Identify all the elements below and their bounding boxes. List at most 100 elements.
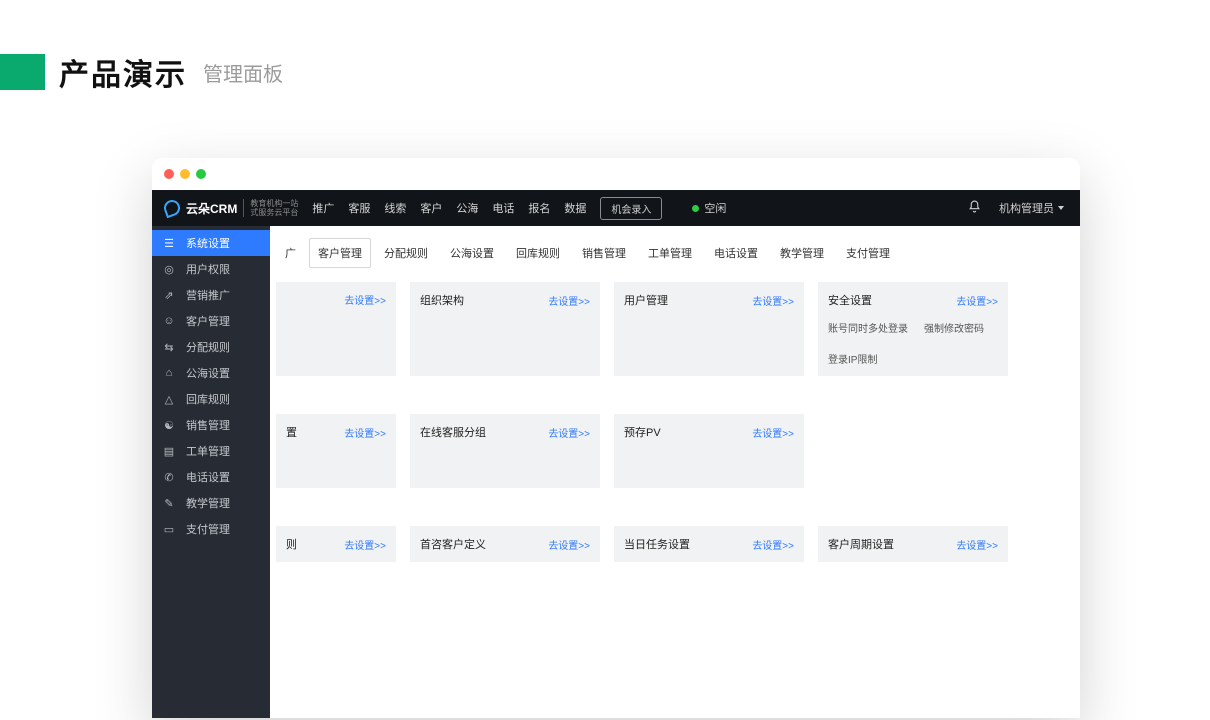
sidebar-item-system-settings[interactable]: ☰ 系统设置	[152, 230, 270, 256]
status-indicator: 空闲	[692, 200, 726, 216]
nav-item[interactable]: 数据	[564, 200, 586, 216]
nav-item[interactable]: 电话	[492, 200, 514, 216]
sidebar-item-payment-mgmt[interactable]: ▭ 支付管理	[152, 516, 270, 542]
page-header: 产品演示 管理面板	[0, 50, 283, 94]
app-body: ☰ 系统设置 ◎ 用户权限 ⇗ 营销推广 ☺ 客户管理 ⇆ 分配规则 ⌂ 公海设…	[152, 226, 1080, 718]
user-menu[interactable]: 机构管理员	[999, 200, 1064, 216]
tab[interactable]: 电话设置	[705, 238, 767, 268]
bell-icon[interactable]	[968, 200, 981, 216]
sidebar: ☰ 系统设置 ◎ 用户权限 ⇗ 营销推广 ☺ 客户管理 ⇆ 分配规则 ⌂ 公海设…	[152, 226, 270, 718]
sidebar-item-label: 公海设置	[186, 365, 230, 381]
tab[interactable]: 销售管理	[573, 238, 635, 268]
settings-card-user-mgmt: 用户管理 去设置>>	[614, 282, 804, 376]
card-row: 去设置>> 组织架构 去设置>> 用户管理 去设置>>	[276, 282, 1074, 376]
nav-item[interactable]: 线索	[384, 200, 406, 216]
go-settings-link[interactable]: 去设置>>	[344, 537, 386, 552]
settings-card: 置 去设置>>	[276, 414, 396, 488]
card-title: 则	[286, 536, 344, 552]
sidebar-item-user-permissions[interactable]: ◎ 用户权限	[152, 256, 270, 282]
brand-tagline: 教育机构一站 式服务云平台	[243, 199, 298, 217]
go-settings-link[interactable]: 去设置>>	[548, 425, 590, 440]
tab[interactable]: 教学管理	[771, 238, 833, 268]
sidebar-item-label: 教学管理	[186, 495, 230, 511]
split-icon: ⇆	[162, 341, 176, 354]
nav-item[interactable]: 推广	[312, 200, 334, 216]
settings-cards: 去设置>> 组织架构 去设置>> 用户管理 去设置>>	[270, 278, 1080, 562]
card-title: 首咨客户定义	[420, 536, 548, 552]
card-tag[interactable]: 账号同时多处登录	[828, 320, 908, 335]
accent-bar	[0, 54, 45, 90]
sidebar-item-label: 电话设置	[186, 469, 230, 485]
phone-icon: ✆	[162, 471, 176, 484]
card-row: 则 去设置>> 首咨客户定义 去设置>> 当日任务设置 去设置>>	[276, 526, 1074, 562]
tab-partial[interactable]: 广	[276, 238, 305, 268]
tab[interactable]: 分配规则	[375, 238, 437, 268]
go-settings-link[interactable]: 去设置>>	[752, 293, 794, 308]
go-settings-link[interactable]: 去设置>>	[344, 292, 386, 307]
brand-name: 云朵CRM	[186, 200, 237, 217]
ticket-icon: ▤	[162, 445, 176, 458]
go-settings-link[interactable]: 去设置>>	[752, 537, 794, 552]
status-label: 空闲	[704, 200, 726, 216]
triangle-icon: △	[162, 393, 176, 406]
window-titlebar	[152, 158, 1080, 190]
brand[interactable]: 云朵CRM 教育机构一站 式服务云平台	[164, 199, 298, 217]
settings-card: 去设置>>	[276, 282, 396, 376]
go-settings-link[interactable]: 去设置>>	[752, 425, 794, 440]
card-row: 置 去设置>> 在线客服分组 去设置>> 预存PV 去设置>>	[276, 414, 1074, 488]
nav-item[interactable]: 公海	[456, 200, 478, 216]
record-button[interactable]: 机会录入	[600, 197, 662, 220]
sidebar-item-marketing[interactable]: ⇗ 营销推广	[152, 282, 270, 308]
go-settings-link[interactable]: 去设置>>	[548, 537, 590, 552]
tab[interactable]: 支付管理	[837, 238, 899, 268]
go-settings-link[interactable]: 去设置>>	[956, 537, 998, 552]
sidebar-item-assign-rules[interactable]: ⇆ 分配规则	[152, 334, 270, 360]
settings-card-org: 组织架构 去设置>>	[410, 282, 600, 376]
tab[interactable]: 客户管理	[309, 238, 371, 268]
user-icon: ☺	[162, 315, 176, 327]
sidebar-item-customer-mgmt[interactable]: ☺ 客户管理	[152, 308, 270, 334]
tab[interactable]: 回库规则	[507, 238, 569, 268]
sliders-icon: ☰	[162, 237, 176, 250]
sidebar-item-public-pool[interactable]: ⌂ 公海设置	[152, 360, 270, 386]
page-title: 产品演示	[59, 50, 187, 94]
search-user-icon: ☯	[162, 419, 176, 432]
sidebar-item-teaching-mgmt[interactable]: ✎ 教学管理	[152, 490, 270, 516]
user-role: 机构管理员	[999, 200, 1054, 216]
nav-item[interactable]: 客户	[420, 200, 442, 216]
go-settings-link[interactable]: 去设置>>	[548, 293, 590, 308]
house-icon: ⌂	[162, 367, 176, 379]
sidebar-item-label: 用户权限	[186, 261, 230, 277]
card-title: 预存PV	[624, 424, 752, 440]
settings-card: 则 去设置>>	[276, 526, 396, 562]
nav-item[interactable]: 客服	[348, 200, 370, 216]
chevron-down-icon	[1058, 206, 1064, 210]
content-tabs: 广 客户管理 分配规则 公海设置 回库规则 销售管理 工单管理 电话设置 教学管…	[270, 226, 1080, 278]
sidebar-item-label: 系统设置	[186, 235, 230, 251]
sidebar-item-ticket-mgmt[interactable]: ▤ 工单管理	[152, 438, 270, 464]
card-title: 安全设置	[828, 292, 956, 308]
go-settings-link[interactable]: 去设置>>	[344, 425, 386, 440]
sidebar-item-sales-mgmt[interactable]: ☯ 销售管理	[152, 412, 270, 438]
go-settings-link[interactable]: 去设置>>	[956, 293, 998, 308]
sidebar-item-label: 工单管理	[186, 443, 230, 459]
top-nav-items: 推广 客服 线索 客户 公海 电话 报名 数据	[312, 200, 586, 216]
window-minimize-dot[interactable]	[180, 169, 190, 179]
card-title: 在线客服分组	[420, 424, 548, 440]
sidebar-item-phone-settings[interactable]: ✆ 电话设置	[152, 464, 270, 490]
brand-logo-icon	[164, 200, 180, 216]
window-zoom-dot[interactable]	[196, 169, 206, 179]
nav-item[interactable]: 报名	[528, 200, 550, 216]
tab[interactable]: 公海设置	[441, 238, 503, 268]
sidebar-item-return-rules[interactable]: △ 回库规则	[152, 386, 270, 412]
window-close-dot[interactable]	[164, 169, 174, 179]
card-tag[interactable]: 强制修改密码	[924, 320, 984, 335]
card-tag[interactable]: 登录IP限制	[828, 351, 877, 366]
settings-card-first-consult: 首咨客户定义 去设置>>	[410, 526, 600, 562]
tab[interactable]: 工单管理	[639, 238, 701, 268]
card-title: 客户周期设置	[828, 536, 956, 552]
settings-card-customer-cycle: 客户周期设置 去设置>>	[818, 526, 1008, 562]
sidebar-item-label: 营销推广	[186, 287, 230, 303]
page-subtitle: 管理面板	[203, 58, 283, 87]
card-icon: ▭	[162, 523, 176, 536]
